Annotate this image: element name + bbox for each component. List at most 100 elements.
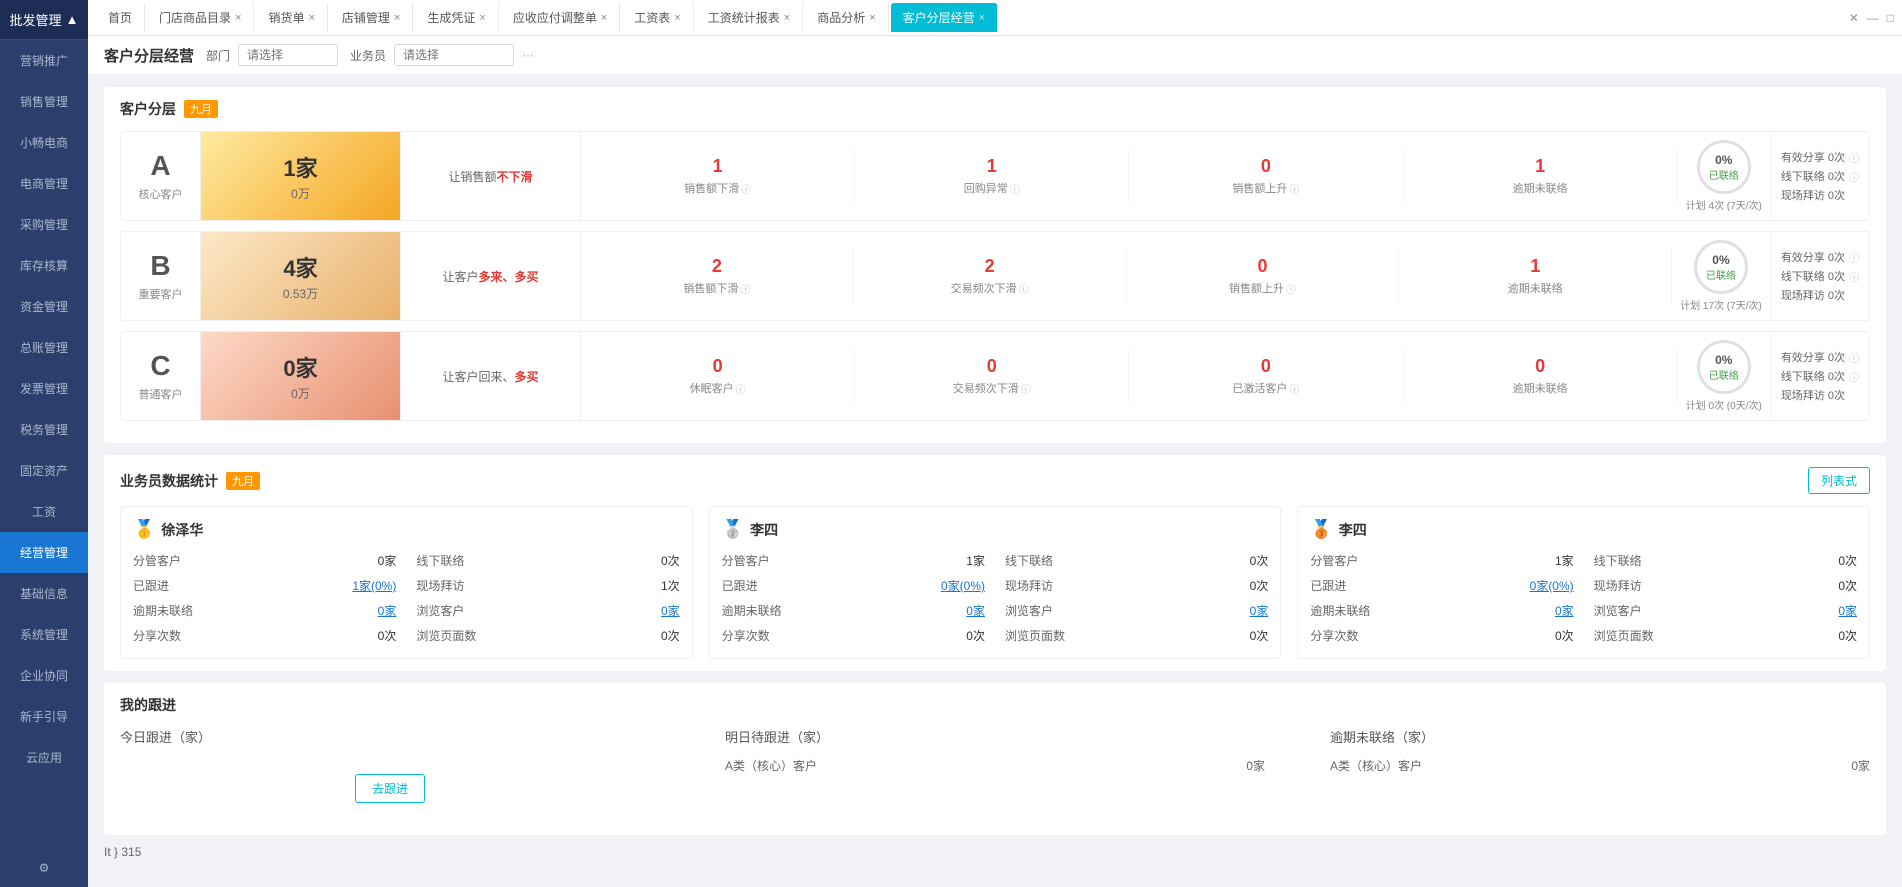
staff-stat-1-1: 已跟进0家(0%) [722,575,985,596]
tier-a-stat-1[interactable]: 1 销售额下滑 ⓘ [581,148,855,204]
tier-a-stat-2[interactable]: 1 回购异常 ⓘ [855,148,1129,204]
staff-stat-2-2: 逾期未联络0家 [1310,600,1573,621]
tier-a-stat-4-num: 1 [1535,156,1545,177]
sidebar-item-ecommerce[interactable]: 电商管理 [0,163,88,204]
tier-a-circle: 0% 已联络 计划 4次 (7天/次) [1678,132,1771,220]
tier-b-stat-4[interactable]: 1 逾期未联络 [1399,248,1672,304]
expand-icon[interactable]: ▲ [66,12,79,27]
maximize-icon[interactable]: □ [1887,11,1894,25]
sidebar-item-tax[interactable]: 税务管理 [0,409,88,450]
settings-button[interactable]: ⚙ [0,849,88,887]
sidebar-top: 批发管理 ▲ [0,0,88,40]
tier-c-main[interactable]: 0家 0万 [201,332,401,420]
tier-b-stat-2[interactable]: 2 交易频次下滑 ⓘ [854,248,1127,304]
sidebar-item-inventory[interactable]: 库存核算 [0,245,88,286]
dept-select[interactable] [238,44,338,66]
sidebar-item-cloud[interactable]: 云应用 [0,737,88,778]
overdue-follow-col: 逾期未联络（家） A类（核心）客户 0家 [1330,727,1870,777]
tab-sales-order[interactable]: 销货单 × [256,3,327,32]
staff-stat-0-5: 现场拜访1次 [416,575,679,596]
tier-c-stat-3-label: 已激活客户 ⓘ [1232,380,1299,396]
tier-c-stat-1[interactable]: 0 休眠客户 ⓘ [581,348,855,404]
page-title: 客户分层经营 [104,45,194,66]
sales-filter: 业务员 ··· [350,44,534,66]
tier-b-stat-3[interactable]: 0 销售额上升 ⓘ [1127,248,1400,304]
page-header: 客户分层经营 部门 业务员 ··· [88,36,1902,75]
tab-home[interactable]: 首页 [96,3,145,32]
tier-c-stat-3[interactable]: 0 已激活客户 ⓘ [1129,348,1403,404]
sidebar-item-ecommerce-small[interactable]: 小畅电商 [0,122,88,163]
tier-a-highlight: 不下滑 [497,168,533,185]
close-icon[interactable]: × [601,12,607,24]
staff-stat-2-5: 现场拜访0次 [1594,575,1857,596]
sidebar-item-payroll[interactable]: 工资 [0,491,88,532]
tier-b-desc: 重要客户 [139,286,183,302]
tier-b-stat-3-label: 销售额上升 ⓘ [1229,280,1296,296]
close-icon[interactable]: × [784,12,790,24]
tier-b-main[interactable]: 4家 0.53万 [201,232,401,320]
sidebar-item-ledger[interactable]: 总账管理 [0,327,88,368]
sales-select[interactable] [394,44,514,66]
tier-b-stat-1[interactable]: 2 销售额下滑 ⓘ [581,248,854,304]
tier-a-main[interactable]: 1家 0万 [201,132,401,220]
go-follow-button[interactable]: 去跟进 [355,774,425,803]
sidebar-item-system[interactable]: 系统管理 [0,614,88,655]
sidebar-item-management[interactable]: 经营管理 [0,532,88,573]
tier-a-stat-3[interactable]: 0 销售额上升 ⓘ [1129,148,1403,204]
close-icon[interactable]: × [308,12,314,24]
tier-c-stats: 0 休眠客户 ⓘ 0 交易频次下滑 ⓘ 0 已激活客户 ⓘ 0 逾期未联络 [581,332,1869,420]
biz-stats-month: 九月 [226,472,260,490]
sidebar-item-finance[interactable]: 资金管理 [0,286,88,327]
tier-c-stat-4[interactable]: 0 逾期未联络 [1404,348,1678,404]
tab-payroll[interactable]: 工资表 × [622,3,693,32]
tier-a-letter: A [150,150,170,182]
sidebar-item-assets[interactable]: 固定资产 [0,450,88,491]
tier-b-circle-ring: 0% 已联络 [1694,240,1748,294]
tier-b-highlight: 多来、多买 [479,268,539,285]
tab-customer-tier[interactable]: 客户分层经营 × [891,3,998,32]
staff-stat-1-4: 线下联络0次 [1005,550,1268,571]
more-options-icon[interactable]: ··· [522,48,534,62]
sidebar-item-basic[interactable]: 基础信息 [0,573,88,614]
close-icon[interactable]: × [235,12,241,24]
sidebar-item-collab[interactable]: 企业协同 [0,655,88,696]
tier-a-stat-4[interactable]: 1 逾期未联络 [1404,148,1678,204]
close-all-icon[interactable]: ✕ [1849,11,1859,25]
tier-b-side-stats: 有效分享 0次 ⓘ 线下联络 0次 ⓘ 现场拜访 0次 [1771,243,1869,309]
sidebar-item-guide[interactable]: 新手引导 [0,696,88,737]
tier-b-stat-1-label: 销售额下滑 ⓘ [683,280,750,296]
tier-c-stat-2[interactable]: 0 交易频次下滑 ⓘ [855,348,1129,404]
tab-product-analysis[interactable]: 商品分析 × [805,3,888,32]
tab-payroll-report[interactable]: 工资统计报表 × [696,3,803,32]
close-icon[interactable]: × [869,12,875,24]
staff-stat-0-7: 浏览页面数0次 [416,625,679,646]
tier-b-circle: 0% 已联络 计划 17次 (7天/次) [1672,232,1771,320]
tab-voucher[interactable]: 生成凭证 × [415,3,498,32]
sidebar-item-marketing[interactable]: 营销推广 [0,40,88,81]
tab-adjustment[interactable]: 应收应付调整单 × [501,3,620,32]
close-icon[interactable]: × [479,12,485,24]
tier-a-stat-2-label: 回购异常 ⓘ [964,180,1020,196]
staff-card-0: 🥇 徐泽华 分管客户0家 线下联络0次 已跟进1家(0%) 现场拜访1次 逾期未… [120,506,693,659]
tomorrow-follow-row-0: A类（核心）客户 0家 [725,754,1265,777]
tier-b-stat-1-num: 2 [712,256,722,277]
sidebar-item-sales[interactable]: 销售管理 [0,81,88,122]
close-icon[interactable]: × [674,12,680,24]
tier-a-count: 1家 [283,151,317,183]
staff-stat-2-0: 分管客户1家 [1310,550,1573,571]
tab-store-products[interactable]: 门店商品目录 × [147,3,254,32]
close-icon[interactable]: × [394,12,400,24]
tier-c-stat-1-label: 休眠客户 ⓘ [690,380,746,396]
staff-stat-2-7: 浏览页面数0次 [1594,625,1857,646]
tier-c-stat-4-num: 0 [1535,356,1545,377]
minimize-icon[interactable]: — [1867,11,1879,25]
tier-a-row: A 核心客户 1家 0万 让销售额不下滑 1 销售额下滑 ⓘ 1 [120,131,1870,221]
tier-a-circle-ring: 0% 已联络 [1697,140,1751,194]
list-view-button[interactable]: 列表式 [1808,467,1870,494]
sidebar-item-purchase[interactable]: 采购管理 [0,204,88,245]
tier-b-label: B 重要客户 [121,232,201,320]
sidebar-item-invoice[interactable]: 发票管理 [0,368,88,409]
tab-store-mgmt[interactable]: 店铺管理 × [330,3,413,32]
close-icon[interactable]: × [979,12,985,24]
biz-stats-header: 业务员数据统计 九月 列表式 [120,467,1870,494]
